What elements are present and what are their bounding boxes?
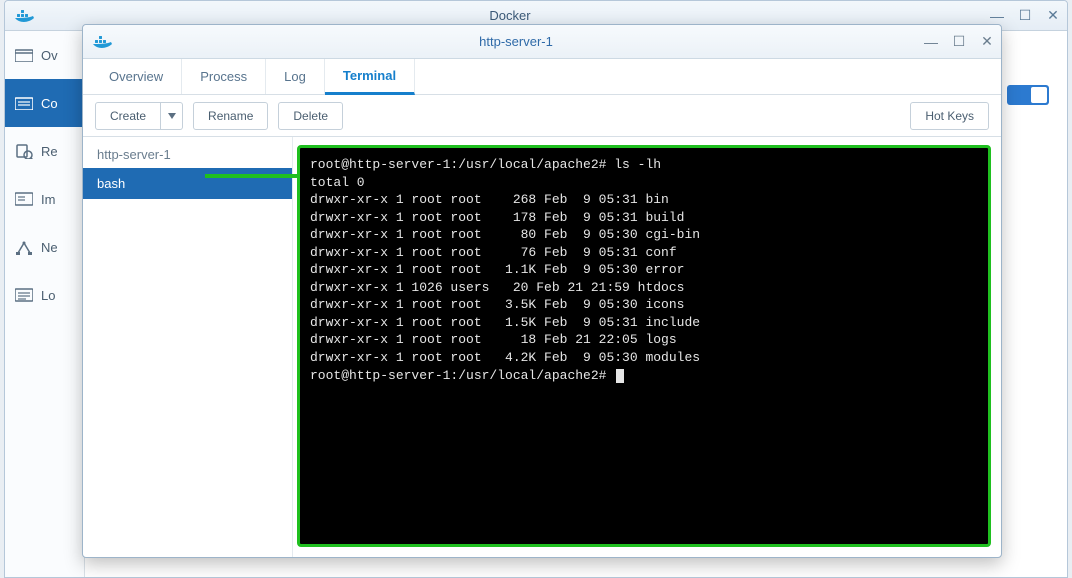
container-toggle[interactable] <box>1007 85 1049 105</box>
minimize-button[interactable]: — <box>917 31 945 53</box>
docker-whale-icon <box>15 8 37 24</box>
sidebar-item-network[interactable]: Ne <box>5 223 84 271</box>
create-split-button: Create <box>95 102 183 130</box>
hotkeys-button[interactable]: Hot Keys <box>910 102 989 130</box>
tab-log[interactable]: Log <box>266 59 325 94</box>
terminal-sidebar-title: http-server-1 <box>83 137 292 168</box>
terminal-toolbar: Create Rename Delete Hot Keys <box>83 95 1001 137</box>
image-icon <box>13 188 35 210</box>
docker-whale-icon <box>93 34 115 50</box>
sidebar-item-overview[interactable]: Ov <box>5 31 84 79</box>
delete-button[interactable]: Delete <box>278 102 343 130</box>
tab-overview[interactable]: Overview <box>91 59 182 94</box>
container-tabs: Overview Process Log Terminal <box>83 59 1001 95</box>
network-icon <box>13 236 35 258</box>
close-button[interactable]: ✕ <box>973 31 1001 53</box>
rename-button[interactable]: Rename <box>193 102 268 130</box>
minimize-button[interactable]: — <box>983 6 1011 26</box>
tab-terminal[interactable]: Terminal <box>325 59 415 95</box>
docker-title: Docker <box>37 8 983 23</box>
sidebar-item-log[interactable]: Lo <box>5 271 84 319</box>
create-dropdown-caret[interactable] <box>161 102 183 130</box>
maximize-button[interactable]: ☐ <box>945 31 973 53</box>
sidebar-item-container[interactable]: Co <box>5 79 84 127</box>
container-titlebar: http-server-1 — ☐ ✕ <box>83 25 1001 59</box>
close-button[interactable]: ✕ <box>1039 6 1067 26</box>
log-icon <box>13 284 35 306</box>
container-window: http-server-1 — ☐ ✕ Overview Process Log… <box>82 24 1002 558</box>
container-title: http-server-1 <box>115 34 917 49</box>
create-button[interactable]: Create <box>95 102 161 130</box>
docker-sidebar: Ov Co Re Im Ne Lo <box>5 31 85 577</box>
terminal-session-bash[interactable]: bash <box>83 168 292 199</box>
container-icon <box>13 92 35 114</box>
terminal-output[interactable]: root@http-server-1:/usr/local/apache2# l… <box>300 148 988 544</box>
terminal-frame: root@http-server-1:/usr/local/apache2# l… <box>297 145 991 547</box>
sidebar-item-image[interactable]: Im <box>5 175 84 223</box>
terminal-sidebar: http-server-1 bash <box>83 137 293 557</box>
sidebar-item-registry[interactable]: Re <box>5 127 84 175</box>
maximize-button[interactable]: ☐ <box>1011 6 1039 26</box>
overview-icon <box>13 44 35 66</box>
registry-icon <box>13 140 35 162</box>
tab-process[interactable]: Process <box>182 59 266 94</box>
